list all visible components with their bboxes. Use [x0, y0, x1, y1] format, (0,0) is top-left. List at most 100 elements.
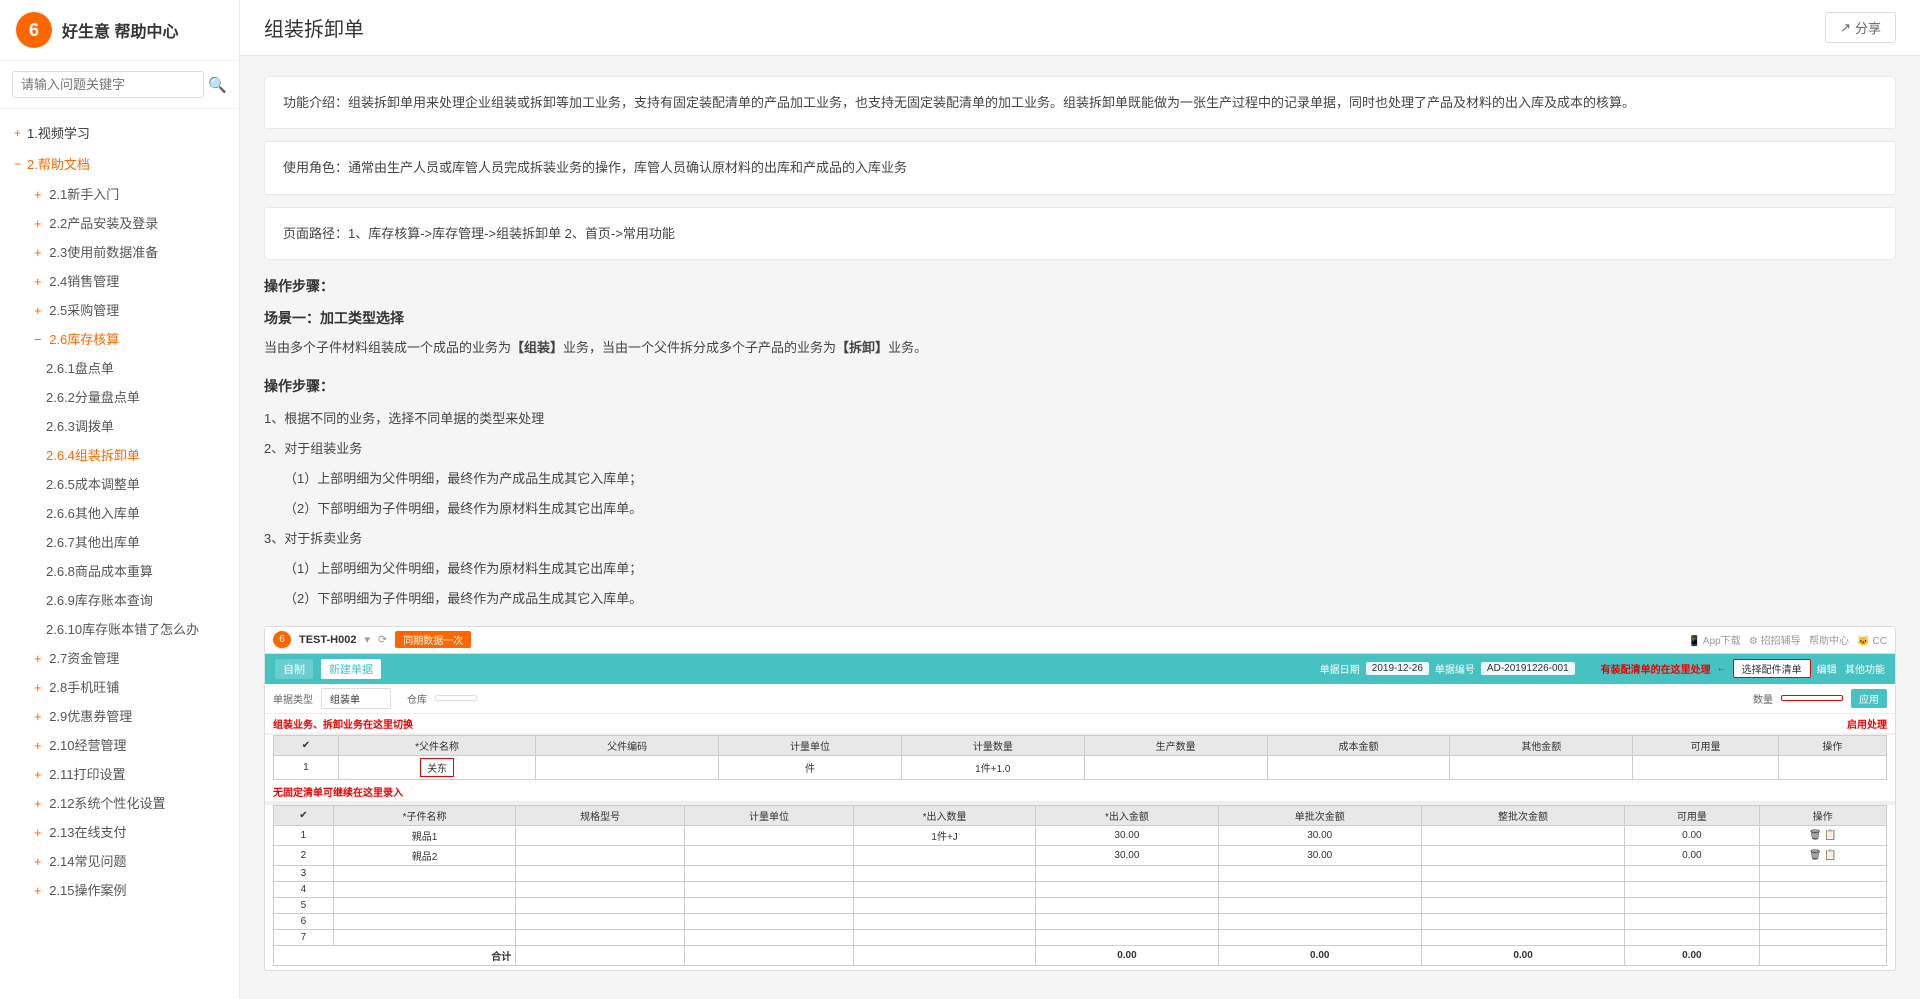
mock-upper-row-1: 1 关东 件 1件+1.0	[274, 755, 1887, 779]
plus-icon-2-10: +	[34, 738, 42, 753]
mock-tab-new: 新建单据	[321, 659, 381, 679]
ops-label: 操作步骤：	[264, 276, 1896, 296]
mock-doc-label: 单据编号	[1435, 661, 1475, 676]
mock-th-8: 其他金额	[1450, 735, 1633, 755]
plus-icon-2-3: +	[34, 245, 42, 260]
mock-select-type: 选择配件清单	[1733, 659, 1811, 678]
sidebar-item-2-13[interactable]: + 2.13在线支付	[0, 817, 239, 846]
mock-lth-9: 可用量	[1625, 805, 1759, 825]
mock-lth-1: ✔	[274, 805, 334, 825]
mock-orange-pill: 同期数据一次	[395, 631, 471, 648]
user-role-block: 使用角色：通常由生产人员或库管人员完成拆装业务的操作，库管人员确认原材料的出库和…	[264, 141, 1896, 194]
sidebar-item-2-6-8[interactable]: 2.6.8商品成本重算	[0, 556, 239, 585]
plus-icon: +	[14, 126, 21, 140]
ops-steps-label: 操作步骤：	[264, 376, 1896, 396]
screenshot-container: 6 TEST-H002 ▾ ⟳ 同期数据一次 📱 App下载 ⚙ 招招辅导 帮助…	[264, 626, 1896, 971]
mock-form-label1: 单据类型	[273, 691, 313, 706]
logo-text: 好生意 帮助中心	[62, 18, 178, 42]
sidebar-item-2-15[interactable]: + 2.15操作案例	[0, 875, 239, 904]
mock-form-label2: 仓库	[407, 691, 427, 706]
mock-lower-row-7: 7	[274, 929, 1887, 945]
mock-th-4: 计量单位	[719, 735, 902, 755]
mock-date-value: 2019-12-26	[1366, 662, 1429, 675]
mock-th-9: 可用量	[1633, 735, 1779, 755]
plus-icon-2-14: +	[34, 854, 42, 869]
sidebar-item-2-2[interactable]: + 2.2产品安装及登录	[0, 208, 239, 237]
feature-intro-block: 功能介绍：组装拆卸单用来处理企业组装或拆卸等加工业务，支持有固定装配清单的产品加…	[264, 76, 1896, 129]
sidebar-item-2-6-3[interactable]: 2.6.3调拨单	[0, 411, 239, 440]
path-text: 页面路径：1、库存核算->库存管理->组装拆卸单 2、首页->常用功能	[283, 226, 675, 241]
sidebar-item-2-5[interactable]: + 2.5采购管理	[0, 295, 239, 324]
mock-lth-8: 整批次金额	[1421, 805, 1624, 825]
sidebar-item-2-9[interactable]: + 2.9优惠券管理	[0, 701, 239, 730]
sidebar-item-2-6-9[interactable]: 2.6.9库存账本查询	[0, 585, 239, 614]
sidebar-item-2-1[interactable]: + 2.1新手入门	[0, 179, 239, 208]
sidebar-item-2-6[interactable]: − 2.6库存核算	[0, 324, 239, 353]
mock-company: TEST-H002	[299, 634, 356, 646]
plus-icon-2-8: +	[34, 680, 42, 695]
plus-icon-2-4: +	[34, 274, 42, 289]
step3-sub2: （2）下部明细为子件明细，最终作为产成品生成其它入库单。	[264, 586, 1896, 612]
sidebar-item-2-8[interactable]: + 2.8手机旺铺	[0, 672, 239, 701]
share-button[interactable]: ↗ 分享	[1825, 12, 1896, 43]
mock-qty-label: 数量	[1753, 691, 1773, 706]
mock-th-2: *父件名称	[338, 735, 535, 755]
mock-lower-table: ✔ *子件名称 规格型号 计量单位 *出入数量 *出入金额 单批次金额 整批次金…	[273, 805, 1887, 966]
plus-icon-2-1: +	[34, 187, 42, 202]
mock-lth-6: *出入金额	[1036, 805, 1218, 825]
mock-annotation-2: 组装业务、拆卸业务在这里切换	[273, 716, 413, 731]
mock-lth-7: 单批次金额	[1218, 805, 1421, 825]
sidebar-item-docs[interactable]: − 2.帮助文档	[0, 148, 239, 179]
mock-annotation-row: 组装业务、拆卸业务在这里切换 启用处理	[265, 714, 1895, 733]
mock-lth-4: 计量单位	[685, 805, 854, 825]
mock-date-label: 单据日期	[1320, 661, 1360, 676]
mock-lower-row-1: 1 親品1 1件+J 30.00 30.00 0.00 🗑 📋	[274, 825, 1887, 845]
mock-upper-table-container: ✔ *父件名称 父件编码 计量单位 计量数量 生产数量 成本金额 其他金额 可用…	[265, 735, 1895, 784]
mock-lth-10: 操作	[1759, 805, 1886, 825]
search-button[interactable]: 🔍	[208, 76, 227, 94]
logo-area: 6 好生意 帮助中心	[0, 0, 239, 61]
sidebar-item-2-6-1[interactable]: 2.6.1盘点单	[0, 353, 239, 382]
sidebar: 6 好生意 帮助中心 🔍 + 1.视频学习 − 2.帮助文档 + 2.1新手入门…	[0, 0, 240, 999]
mock-th-7: 成本金额	[1267, 735, 1450, 755]
sidebar-item-2-14[interactable]: + 2.14常见问题	[0, 846, 239, 875]
minus-icon: −	[14, 157, 21, 171]
mock-btns: 编辑 其他功能	[1817, 661, 1885, 676]
top-bar: 组装拆卸单 ↗ 分享	[240, 0, 1920, 56]
mock-sync-icon: ⟳	[378, 633, 387, 646]
mock-lth-2: *子件名称	[333, 805, 515, 825]
steps-list: 1、根据不同的业务，选择不同单据的类型来处理 2、对于组装业务 （1）上部明细为…	[264, 406, 1896, 612]
sidebar-item-2-10[interactable]: + 2.10经营管理	[0, 730, 239, 759]
mock-form-warehouse	[435, 695, 477, 701]
sidebar-item-video[interactable]: + 1.视频学习	[0, 117, 239, 148]
content-area: 功能介绍：组装拆卸单用来处理企业组装或拆卸等加工业务，支持有固定装配清单的产品加…	[240, 56, 1920, 999]
sidebar-item-2-6-2[interactable]: 2.6.2分量盘点单	[0, 382, 239, 411]
sidebar-item-docs-label: 2.帮助文档	[27, 154, 90, 173]
mock-apply-btn: 应用	[1851, 689, 1887, 708]
mock-th-1: ✔	[274, 735, 339, 755]
user-role-text: 使用角色：通常由生产人员或库管人员完成拆装业务的操作，库管人员确认原材料的出库和…	[283, 160, 907, 175]
mock-upper-table: ✔ *父件名称 父件编码 计量单位 计量数量 生产数量 成本金额 其他金额 可用…	[273, 735, 1887, 780]
sidebar-item-2-12[interactable]: + 2.12系统个性化设置	[0, 788, 239, 817]
mock-qty-field	[1781, 695, 1843, 701]
sidebar-item-2-7[interactable]: + 2.7资金管理	[0, 643, 239, 672]
step3: 3、对于拆卖业务	[264, 526, 1896, 552]
minus-icon-2-6: −	[34, 332, 42, 347]
mock-tab-self: 自制	[275, 659, 313, 679]
sidebar-item-2-4[interactable]: + 2.4销售管理	[0, 266, 239, 295]
sidebar-item-2-11[interactable]: + 2.11打印设置	[0, 759, 239, 788]
sidebar-item-2-6-4[interactable]: 2.6.4组装拆卸单	[0, 440, 239, 469]
mock-top-bar: 6 TEST-H002 ▾ ⟳ 同期数据一次 📱 App下载 ⚙ 招招辅导 帮助…	[265, 627, 1895, 654]
sidebar-item-2-6-7[interactable]: 2.6.7其他出库单	[0, 527, 239, 556]
mock-th-3: 父件编码	[536, 735, 719, 755]
plus-icon-2-12: +	[34, 796, 42, 811]
sidebar-item-2-3[interactable]: + 2.3使用前数据准备	[0, 237, 239, 266]
plus-icon-2-2: +	[34, 216, 42, 231]
sidebar-item-2-6-10[interactable]: 2.6.10库存账本错了怎么办	[0, 614, 239, 643]
sidebar-item-2-6-5[interactable]: 2.6.5成本调整单	[0, 469, 239, 498]
mock-lower-row-5: 5	[274, 897, 1887, 913]
search-input[interactable]	[12, 71, 204, 98]
sidebar-item-2-6-6[interactable]: 2.6.6其他入库单	[0, 498, 239, 527]
mock-screenshot: 6 TEST-H002 ▾ ⟳ 同期数据一次 📱 App下载 ⚙ 招招辅导 帮助…	[265, 627, 1895, 970]
mock-arrow-1: ←	[1717, 663, 1727, 674]
